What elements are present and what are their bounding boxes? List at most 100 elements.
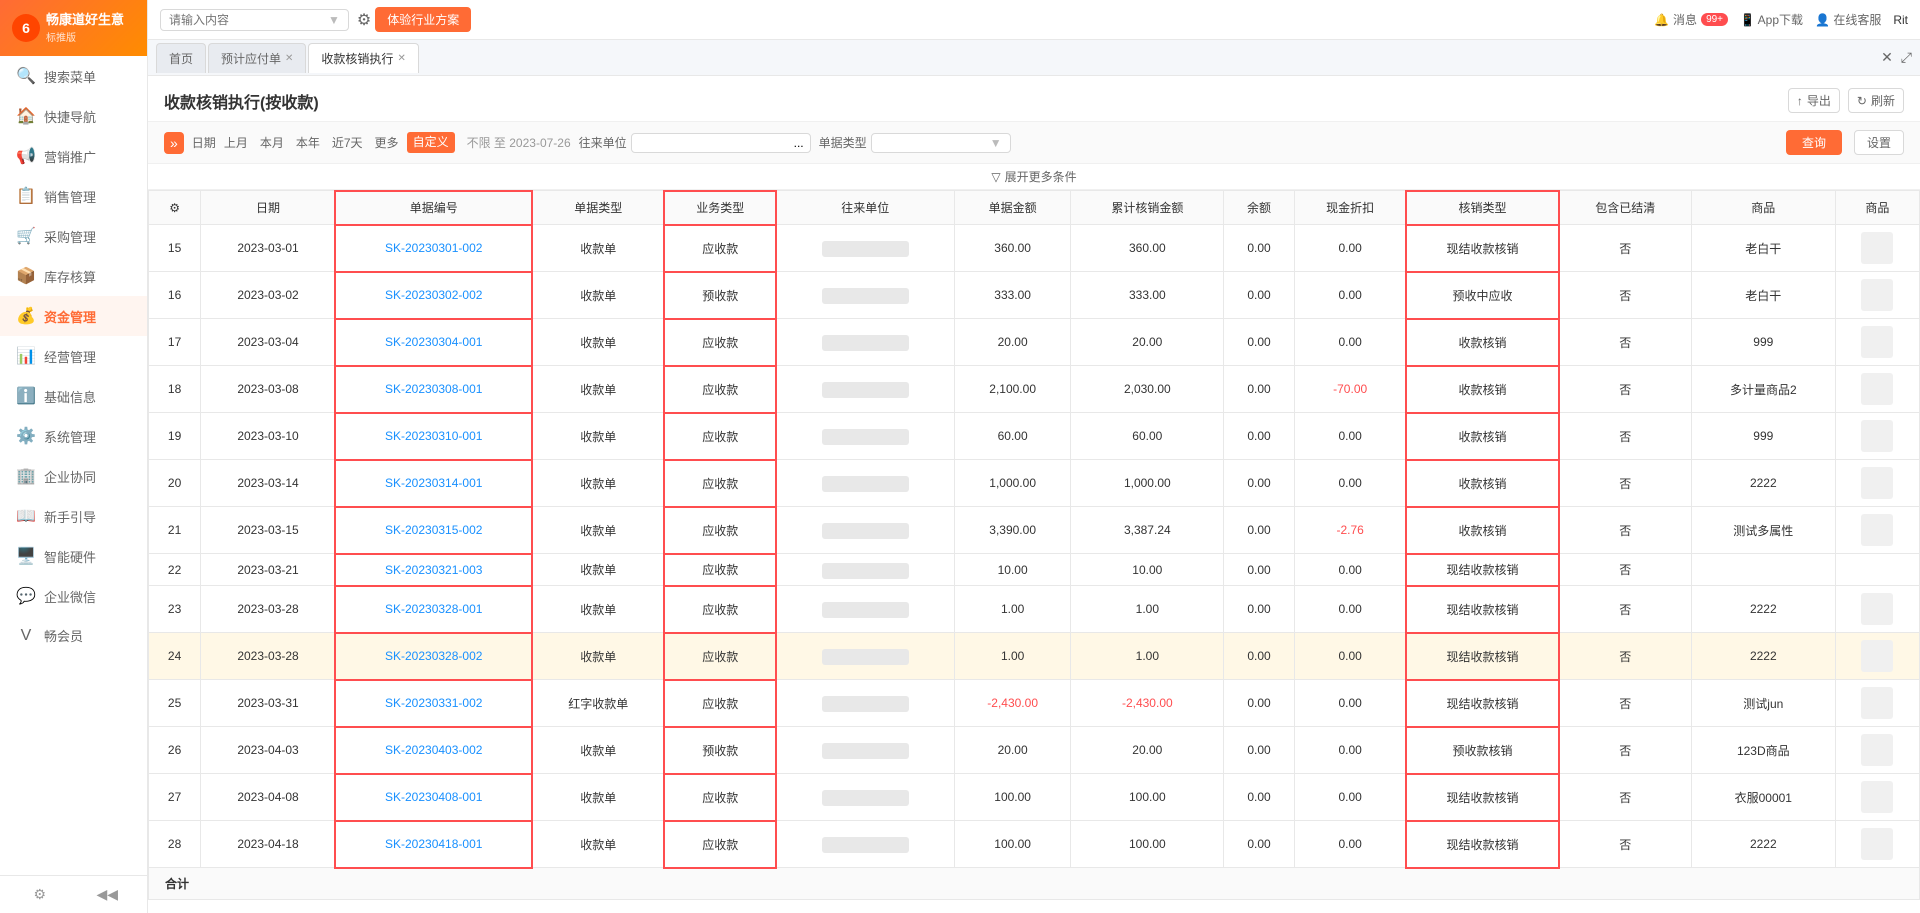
doc-no-link-4[interactable]: SK-20230310-001 xyxy=(385,429,482,443)
topbar-search-input[interactable] xyxy=(169,13,324,27)
col-include-settled-header[interactable]: 包含已结清 xyxy=(1559,191,1691,225)
expand-more-btn[interactable]: ▽ 展开更多条件 xyxy=(991,168,1076,185)
data-table: ⚙ 日期 单据编号 单据类型 业务类型 往来单位 单据金额 累计核销金额 余额 … xyxy=(148,190,1920,900)
table-row: 21 2023-03-15 SK-20230315-002 收款单 应收款 ██… xyxy=(149,507,1920,554)
sidebar-item-inventory[interactable]: 📦 库存核算 xyxy=(0,256,147,296)
col-doc-type-header[interactable]: 单据类型 xyxy=(532,191,664,225)
sidebar-item-wechat[interactable]: 💬 企业微信 xyxy=(0,576,147,616)
doc-no-link-6[interactable]: SK-20230315-002 xyxy=(385,523,482,537)
tab-prepay[interactable]: 预计应付单 ✕ xyxy=(208,43,306,73)
doc-no-link-2[interactable]: SK-20230304-001 xyxy=(385,335,482,349)
doc-no-link-12[interactable]: SK-20230408-001 xyxy=(385,790,482,804)
tab-expand-btn[interactable]: ⤢ xyxy=(1901,49,1912,66)
doc-no-link-1[interactable]: SK-20230302-002 xyxy=(385,288,482,302)
doc-no-link-5[interactable]: SK-20230314-001 xyxy=(385,476,482,490)
col-amount-header[interactable]: 单据金额 xyxy=(954,191,1070,225)
sidebar-icon-finance: 💰 xyxy=(16,306,36,326)
topbar-config-icon[interactable]: ⚙ xyxy=(357,10,371,30)
tab-close-all-btn[interactable]: ✕ xyxy=(1881,49,1893,66)
cell-biz-type-3: 应收款 xyxy=(664,366,776,413)
cell-biz-type-1: 预收款 xyxy=(664,272,776,319)
sidebar-item-purchase[interactable]: 🛒 采购管理 xyxy=(0,216,147,256)
tab-home[interactable]: 首页 xyxy=(156,43,206,73)
cell-include-settled-1: 否 xyxy=(1559,272,1691,319)
col-partner-header[interactable]: 往来单位 xyxy=(776,191,954,225)
query-btn[interactable]: 查询 xyxy=(1786,130,1842,155)
col-biz-type-header[interactable]: 业务类型 xyxy=(664,191,776,225)
cell-cum-cancel-8: 1.00 xyxy=(1071,586,1224,633)
cell-goods-9: 2222 xyxy=(1691,633,1835,680)
filter-settings-btn[interactable]: 设置 xyxy=(1854,130,1904,155)
sidebar-item-member[interactable]: V 畅会员 xyxy=(0,616,147,655)
tabbar: 首页 预计应付单 ✕ 收款核销执行 ✕ ✕ ⤢ xyxy=(148,40,1920,76)
this-year-btn[interactable]: 本年 xyxy=(292,132,324,153)
sidebar-item-corp[interactable]: 🏢 企业协同 xyxy=(0,456,147,496)
cell-cum-cancel-3: 2,030.00 xyxy=(1071,366,1224,413)
sidebar-item-sales[interactable]: 📋 销售管理 xyxy=(0,176,147,216)
cell-cancel-type-4: 收款核销 xyxy=(1406,413,1559,460)
last-month-btn[interactable]: 上月 xyxy=(220,132,252,153)
col-balance-header[interactable]: 余额 xyxy=(1224,191,1294,225)
cell-include-settled-3: 否 xyxy=(1559,366,1691,413)
tab-receipt-exec-close[interactable]: ✕ xyxy=(397,53,405,64)
sidebar-item-guide[interactable]: 📖 新手引导 xyxy=(0,496,147,536)
doc-no-link-13[interactable]: SK-20230418-001 xyxy=(385,837,482,851)
doc-type-select[interactable]: ▼ xyxy=(871,133,1011,153)
doc-no-link-7[interactable]: SK-20230321-003 xyxy=(385,563,482,577)
col-cum-cancel-header[interactable]: 累计核销金额 xyxy=(1071,191,1224,225)
col-discount-header[interactable]: 现金折扣 xyxy=(1294,191,1406,225)
col-date-header[interactable]: 日期 xyxy=(201,191,336,225)
partner-input[interactable] xyxy=(638,136,794,150)
cell-balance-10: 0.00 xyxy=(1224,680,1294,727)
cell-goods-img-6 xyxy=(1835,507,1919,554)
sidebar-item-search[interactable]: 🔍 搜索菜单 xyxy=(0,56,147,96)
col-goods2-header[interactable]: 商品 xyxy=(1835,191,1919,225)
col-cancel-type-header[interactable]: 核销类型 xyxy=(1406,191,1559,225)
cell-date-12: 2023-04-08 xyxy=(201,774,336,821)
partner-input-wrapper[interactable]: ... xyxy=(631,133,811,153)
sidebar-item-finance[interactable]: 💰 资金管理 xyxy=(0,296,147,336)
last-7days-btn[interactable]: 近7天 xyxy=(328,132,367,153)
app-download-btn[interactable]: 📱 App下载 xyxy=(1740,11,1803,28)
sidebar-collapse-btn[interactable]: ◀◀ xyxy=(78,886,138,903)
notice-btn[interactable]: 🔔 消息 99+ xyxy=(1654,11,1728,28)
tab-receipt-exec[interactable]: 收款核销执行 ✕ xyxy=(308,43,418,73)
tab-prepay-close[interactable]: ✕ xyxy=(285,53,293,64)
cell-date-1: 2023-03-02 xyxy=(201,272,336,319)
sidebar-item-quick-nav[interactable]: 🏠 快捷导航 xyxy=(0,96,147,136)
page-header-actions: ↑ 导出 ↻ 刷新 xyxy=(1788,88,1904,113)
user-avatar[interactable]: Rit xyxy=(1893,13,1908,27)
cell-doc-no-0: SK-20230301-002 xyxy=(335,225,532,272)
col-settings-header[interactable]: ⚙ xyxy=(149,191,201,225)
solution-btn[interactable]: 体验行业方案 xyxy=(375,7,471,32)
this-month-btn[interactable]: 本月 xyxy=(256,132,288,153)
cell-date-11: 2023-04-03 xyxy=(201,727,336,774)
doc-no-link-9[interactable]: SK-20230328-002 xyxy=(385,649,482,663)
sidebar-item-hardware[interactable]: 🖥️ 智能硬件 xyxy=(0,536,147,576)
online-service-btn[interactable]: 👤 在线客服 xyxy=(1815,11,1881,28)
sidebar-label-basic: 基础信息 xyxy=(44,387,96,406)
cell-doc-type-12: 收款单 xyxy=(532,774,664,821)
custom-date-btn[interactable]: 自定义 xyxy=(407,132,455,153)
cell-goods-img-4 xyxy=(1835,413,1919,460)
sidebar-item-operation[interactable]: 📊 经营管理 xyxy=(0,336,147,376)
col-goods-header[interactable]: 商品 xyxy=(1691,191,1835,225)
doc-no-link-11[interactable]: SK-20230403-002 xyxy=(385,743,482,757)
cell-biz-type-8: 应收款 xyxy=(664,586,776,633)
sidebar-item-system[interactable]: ⚙️ 系统管理 xyxy=(0,416,147,456)
doc-no-link-0[interactable]: SK-20230301-002 xyxy=(385,241,482,255)
cell-discount-9: 0.00 xyxy=(1294,633,1406,680)
doc-no-link-3[interactable]: SK-20230308-001 xyxy=(385,382,482,396)
doc-no-link-10[interactable]: SK-20230331-002 xyxy=(385,696,482,710)
col-doc-no-header[interactable]: 单据编号 xyxy=(335,191,532,225)
sidebar-item-basic[interactable]: ℹ️ 基础信息 xyxy=(0,376,147,416)
doc-no-link-8[interactable]: SK-20230328-001 xyxy=(385,602,482,616)
more-date-btn[interactable]: 更多 xyxy=(371,132,403,153)
cell-biz-type-13: 应收款 xyxy=(664,821,776,868)
sidebar-settings-btn[interactable]: ⚙ xyxy=(10,886,70,903)
sidebar-item-marketing[interactable]: 📢 营销推广 xyxy=(0,136,147,176)
refresh-btn[interactable]: ↻ 刷新 xyxy=(1848,88,1904,113)
export-btn[interactable]: ↑ 导出 xyxy=(1788,88,1840,113)
cell-cum-cancel-2: 20.00 xyxy=(1071,319,1224,366)
filter-toggle-btn[interactable]: » xyxy=(164,132,184,154)
